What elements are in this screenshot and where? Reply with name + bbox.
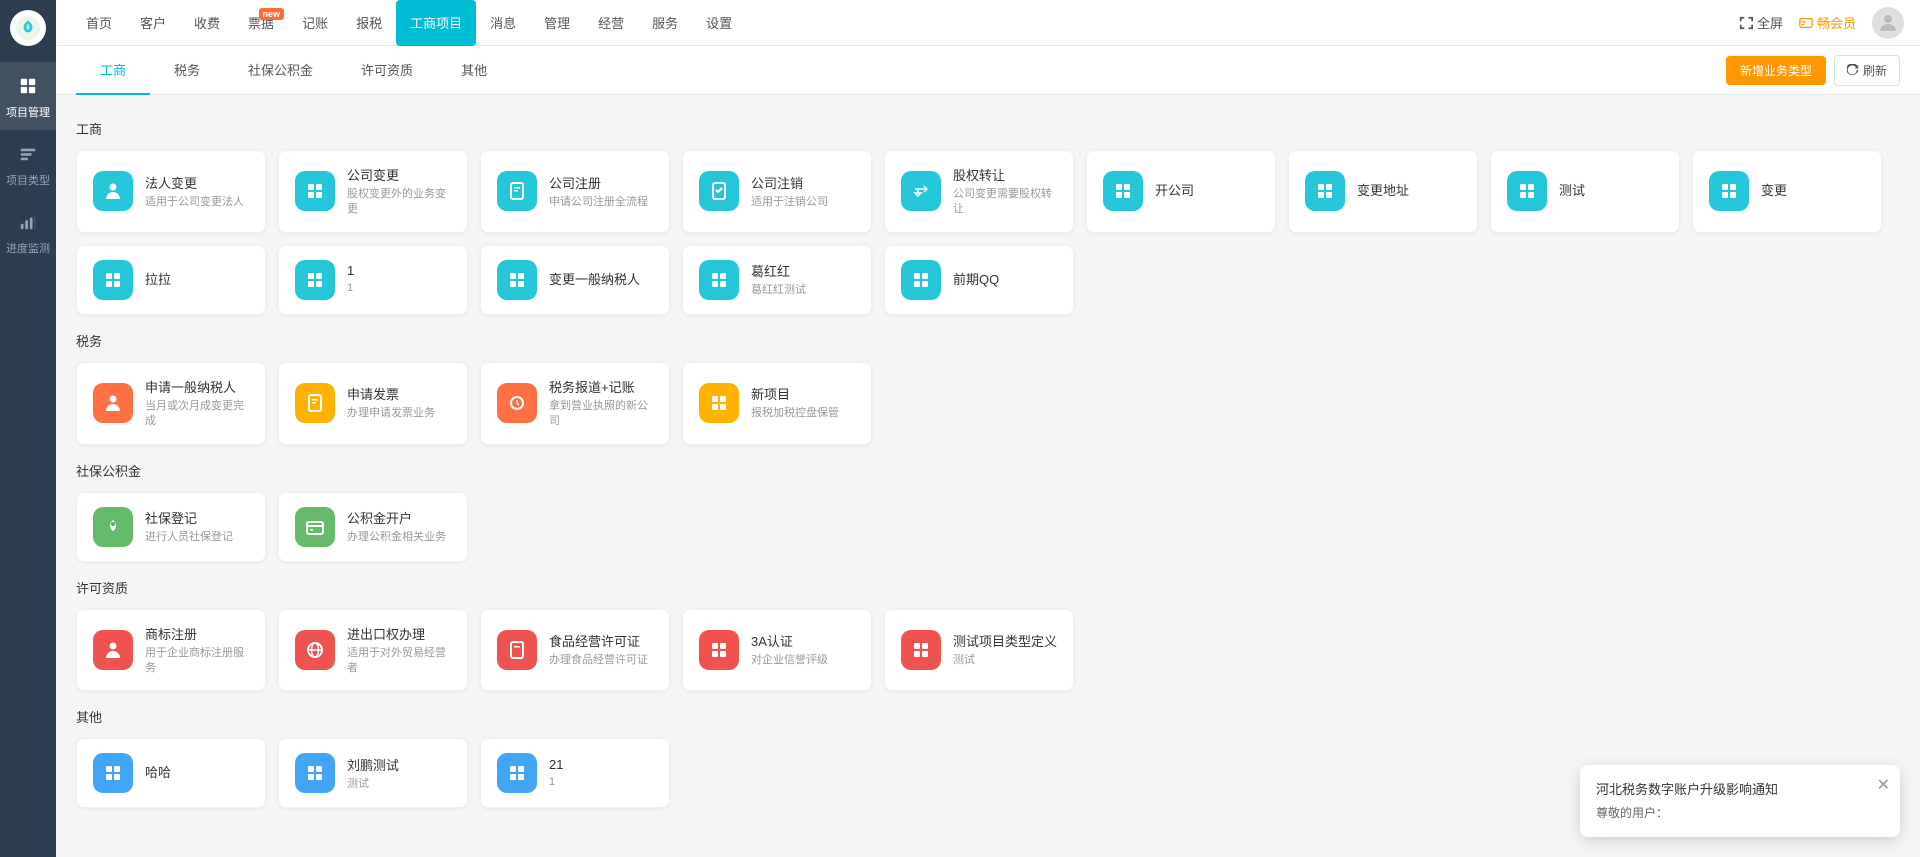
social-cards: 社保登记 进行人员社保登记 公积金开户 办理公积金相关业务 (76, 492, 1900, 562)
nav-billing[interactable]: 收费 (180, 0, 234, 46)
card-liupeng-test[interactable]: 刘鹏测试 测试 (278, 738, 468, 808)
card-open-company[interactable]: 开公司 (1086, 150, 1276, 233)
company-register-icon (497, 171, 537, 211)
logo[interactable] (10, 10, 46, 46)
sidebar-item-label: 项目管理 (6, 104, 50, 120)
tab-social[interactable]: 社保公积金 (224, 46, 337, 95)
notification-title: 河北税务数字账户升级影响通知 (1596, 779, 1884, 798)
license-cards: 商标注册 用于企业商标注册服务 进出口权办理 适用于对外贸易经营者 食品经营 (76, 609, 1900, 692)
legal-change-icon (93, 171, 133, 211)
section-title-industry: 工商 (76, 119, 1900, 138)
card-company-register[interactable]: 公司注册 申请公司注册全流程 (480, 150, 670, 233)
industry-cards: 法人变更 适用于公司变更法人 公司变更 股权变更外的业务变更 公司注册 (76, 150, 1900, 315)
tag-icon (14, 140, 42, 168)
fullscreen-button[interactable]: 全屏 (1739, 13, 1783, 32)
change-address-icon (1305, 171, 1345, 211)
top-navigation: 首页 客户 收费 票据 new 记账 报税 工商项目 消息 管理 经营 服务 设… (56, 0, 1920, 46)
avatar[interactable] (1872, 7, 1904, 39)
new-type-button[interactable]: 新增业务类型 (1726, 56, 1826, 85)
refresh-button[interactable]: 刷新 (1834, 55, 1900, 86)
notification-close-button[interactable]: ✕ (1877, 775, 1890, 795)
nav-message[interactable]: 消息 (476, 0, 530, 46)
tax-cards: 申请一般纳税人 当月或次月成变更完成 申请发票 办理申请发票业务 税务报道+ (76, 362, 1900, 445)
card-3a[interactable]: 3A认证 对企业信誉评级 (682, 609, 872, 692)
nav-service[interactable]: 服务 (638, 0, 692, 46)
card-trademark[interactable]: 商标注册 用于企业商标注册服务 (76, 609, 266, 692)
sidebar-item-progress-monitor[interactable]: 进度监测 (0, 198, 56, 266)
card-pre-qq[interactable]: 前期QQ (884, 245, 1074, 315)
card-new-project[interactable]: 新项目 报税加税控盘保管 (682, 362, 872, 445)
card-test[interactable]: 测试 (1490, 150, 1680, 233)
tab-industry[interactable]: 工商 (76, 46, 150, 95)
nav-operation[interactable]: 经营 (584, 0, 638, 46)
legal-change-text: 法人变更 适用于公司变更法人 (145, 173, 249, 210)
card-change[interactable]: 变更 (1692, 150, 1882, 233)
tabs-bar: 工商 税务 社保公积金 许可资质 其他 新增业务类型 刷新 (56, 46, 1920, 95)
section-title-license: 许可资质 (76, 578, 1900, 597)
card-food-license[interactable]: 食品经营许可证 办理食品经营许可证 (480, 609, 670, 692)
tabs-actions: 新增业务类型 刷新 (1726, 55, 1900, 86)
nav-customer[interactable]: 客户 (126, 0, 180, 46)
tab-tax[interactable]: 税务 (150, 46, 224, 95)
fund-open-icon (295, 507, 335, 547)
main-content: 工商 税务 社保公积金 许可资质 其他 新增业务类型 刷新 工商 法人变更 (56, 46, 1920, 840)
open-company-icon (1103, 171, 1143, 211)
grid-icon (14, 72, 42, 100)
section-title-tax: 税务 (76, 331, 1900, 350)
card-legal-change[interactable]: 法人变更 适用于公司变更法人 (76, 150, 266, 233)
chart-icon (14, 208, 42, 236)
company-change-icon (295, 171, 335, 211)
card-gehonghong[interactable]: 葛红红 葛红红测试 (682, 245, 872, 315)
card-num1[interactable]: 1 1 (278, 245, 468, 315)
page-content: 工商 法人变更 适用于公司变更法人 公司变更 股权变更外的业务变更 (56, 95, 1920, 840)
notification-text: 尊敬的用户： (1596, 804, 1884, 823)
sidebar-item-project-type[interactable]: 项目类型 (0, 130, 56, 198)
trademark-icon (93, 630, 133, 670)
apply-invoice-icon (295, 383, 335, 423)
card-company-cancel[interactable]: 公司注销 适用于注销公司 (682, 150, 872, 233)
food-license-icon (497, 630, 537, 670)
topnav-right: 全屏 畅会员 (1739, 7, 1904, 39)
sidebar-item-project-manage[interactable]: 项目管理 (0, 62, 56, 130)
card-import-export[interactable]: 进出口权办理 适用于对外贸易经营者 (278, 609, 468, 692)
nav-tax[interactable]: 报税 (342, 0, 396, 46)
card-tax-bookkeeping[interactable]: 税务报道+记账 拿到营业执照的新公司 (480, 362, 670, 445)
company-cancel-icon (699, 171, 739, 211)
card-social-register[interactable]: 社保登记 进行人员社保登记 (76, 492, 266, 562)
import-export-icon (295, 630, 335, 670)
section-title-other: 其他 (76, 707, 1900, 726)
card-apply-taxpayer[interactable]: 申请一般纳税人 当月或次月成变更完成 (76, 362, 266, 445)
equity-transfer-icon (901, 171, 941, 211)
social-register-icon (93, 507, 133, 547)
card-company-change[interactable]: 公司变更 股权变更外的业务变更 (278, 150, 468, 233)
card-num21[interactable]: 21 1 (480, 738, 670, 808)
tab-license[interactable]: 许可资质 (337, 46, 437, 95)
card-lala[interactable]: 拉拉 (76, 245, 266, 315)
sidebar: 项目管理 项目类型 进度监测 (0, 0, 56, 857)
card-change-address[interactable]: 变更地址 (1288, 150, 1478, 233)
new-badge: new (259, 8, 285, 20)
card-apply-invoice[interactable]: 申请发票 办理申请发票业务 (278, 362, 468, 445)
tax-bookkeeping-icon (497, 383, 537, 423)
card-fund-open[interactable]: 公积金开户 办理公积金相关业务 (278, 492, 468, 562)
nav-industry[interactable]: 工商项目 (396, 0, 476, 46)
section-title-social: 社保公积金 (76, 461, 1900, 480)
member-button[interactable]: 畅会员 (1799, 13, 1856, 32)
sidebar-item-label: 项目类型 (6, 172, 50, 188)
card-test-type-def[interactable]: 测试项目类型定义 测试 (884, 609, 1074, 692)
sidebar-item-label: 进度监测 (6, 240, 50, 256)
card-haha[interactable]: 哈哈 (76, 738, 266, 808)
nav-settings[interactable]: 设置 (692, 0, 746, 46)
nav-accounting[interactable]: 记账 (288, 0, 342, 46)
tab-other[interactable]: 其他 (437, 46, 511, 95)
nav-home[interactable]: 首页 (72, 0, 126, 46)
card-change-taxpayer[interactable]: 变更一般纳税人 (480, 245, 670, 315)
nav-manage[interactable]: 管理 (530, 0, 584, 46)
notification-panel: ✕ 河北税务数字账户升级影响通知 尊敬的用户： (1580, 765, 1900, 837)
nav-invoice[interactable]: 票据 new (234, 0, 288, 46)
apply-taxpayer-icon (93, 383, 133, 423)
card-equity-transfer[interactable]: 股权转让 公司变更需要股权转让 (884, 150, 1074, 233)
